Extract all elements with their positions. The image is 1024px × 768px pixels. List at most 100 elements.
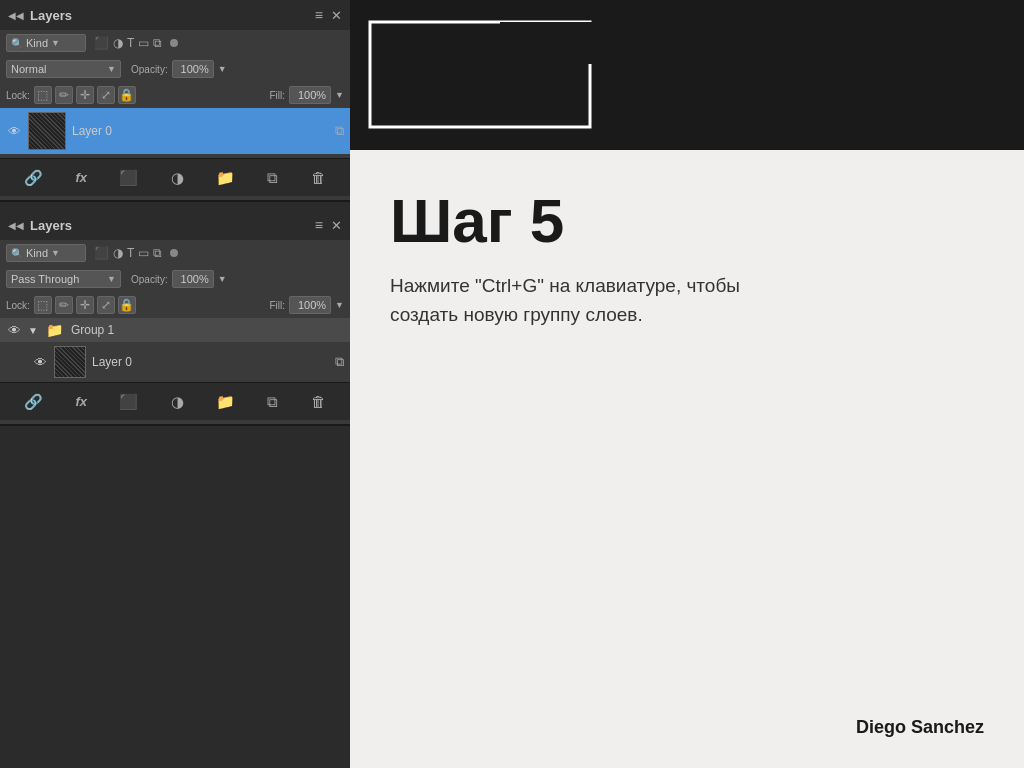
panel-1-layers-list: 👁 Layer 0 ⧉ [0,108,350,158]
layer-0-thumb-noise-2 [55,347,85,377]
fill-arrow-icon[interactable]: ▼ [335,90,344,100]
adjustment-filter-icon[interactable]: ◑ [113,36,123,50]
group-expand-arrow[interactable]: ▼ [28,325,38,336]
left-panel: ◀◀ Layers ≡ ✕ 🔍 Kind ▼ ⬛ ◑ T ▭ ⧉ [0,0,350,768]
panel-1-kind-icons: ⬛ ◑ T ▭ ⧉ [94,36,178,50]
panel-2-kind-dropdown[interactable]: 🔍 Kind ▼ [6,244,86,262]
lock-artboard-icon-2[interactable]: ✛ [76,296,94,314]
panel-2-blend-mode-dropdown[interactable]: Pass Through ▼ [6,270,121,288]
lock-artboard-icon[interactable]: ✛ [76,86,94,104]
panel-1-opacity-group: Opacity: 100% ▼ [131,60,227,78]
new-layer-icon[interactable]: ⧉ [267,169,278,187]
new-fill-adjustment-icon-2[interactable]: ⬛ [119,393,138,411]
link-layers-icon[interactable]: 🔗 [24,169,43,187]
panel-1-layer-0[interactable]: 👁 Layer 0 ⧉ [0,108,350,154]
delete-layer-icon-2[interactable]: 🗑 [311,393,326,410]
lock-transform-icon[interactable]: ⤢ [97,86,115,104]
group-1-name: Group 1 [71,323,344,337]
panel-2-title: Layers [30,218,72,233]
content-area: Шаг 5 Нажмите "Ctrl+G" на клавиатуре, чт… [350,150,1024,768]
panel-1-blend-mode-dropdown[interactable]: Normal ▼ [6,60,121,78]
smart-filter-icon-2[interactable]: ⧉ [153,246,162,260]
layer-0-visibility-icon[interactable]: 👁 [6,124,22,139]
opacity-arrow-icon[interactable]: ▼ [218,64,227,74]
new-group-icon[interactable]: 📁 [216,169,235,187]
panel-2-opacity-group: Opacity: 100% ▼ [131,270,227,288]
step-content: Шаг 5 Нажмите "Ctrl+G" на клавиатуре, чт… [390,190,984,329]
group-1-visibility-icon[interactable]: 👁 [6,323,22,338]
panel-2-collapse-arrows[interactable]: ◀◀ [8,220,24,231]
smart-filter-icon[interactable]: ⧉ [153,36,162,50]
layer-0-name: Layer 0 [72,124,329,138]
shape-filter-icon-2[interactable]: ▭ [138,246,149,260]
layer-0-copy-icon-2[interactable]: ⧉ [335,354,344,370]
new-layer-mask-icon[interactable]: ◑ [171,169,184,187]
panel-2-lock-row: Lock: ⬚ ✏ ✛ ⤢ 🔒 Fill: 100% ▼ [0,292,350,318]
lock-transform-icon-2[interactable]: ⤢ [97,296,115,314]
kind-chevron-2: ▼ [51,248,60,258]
link-layers-icon-2[interactable]: 🔗 [24,393,43,411]
panel-2-opacity-input[interactable]: 100% [172,270,214,288]
layer-0-thumbnail [28,112,66,150]
panel-1-menu-icon[interactable]: ≡ [315,7,323,23]
blend-mode-value: Normal [11,63,46,75]
lock-position-icon-2[interactable]: ✏ [55,296,73,314]
opacity-arrow-icon-2[interactable]: ▼ [218,274,227,284]
blend-chevron-2: ▼ [107,274,116,284]
new-fill-adjustment-icon[interactable]: ⬛ [119,169,138,187]
panel-2-group-1[interactable]: 👁 ▼ 📁 Group 1 [0,318,350,342]
lock-position-icon[interactable]: ✏ [55,86,73,104]
new-layer-mask-icon-2[interactable]: ◑ [171,393,184,411]
kind-active-dot [170,39,178,47]
new-group-icon-2[interactable]: 📁 [216,393,235,411]
panel-1-lock-row: Lock: ⬚ ✏ ✛ ⤢ 🔒 Fill: 100% ▼ [0,82,350,108]
panel-1-collapse-arrows[interactable]: ◀◀ [8,10,24,21]
layer-0-copy-icon[interactable]: ⧉ [335,123,344,139]
top-graphic [350,0,1024,150]
lock-label: Lock: [6,90,30,101]
kind-label-2: Kind [26,247,48,259]
fill-label-2: Fill: [270,300,286,311]
panel-1-blend-row: Normal ▼ Opacity: 100% ▼ [0,56,350,82]
delete-layer-icon[interactable]: 🗑 [311,169,326,186]
fill-arrow-icon-2[interactable]: ▼ [335,300,344,310]
pixel-filter-icon-2[interactable]: ⬛ [94,246,109,260]
layer-0-visibility-icon-2[interactable]: 👁 [32,355,48,370]
panel-2-lock-icons: ⬚ ✏ ✛ ⤢ 🔒 [34,296,136,314]
panel-1-close-icon[interactable]: ✕ [331,8,342,23]
shape-filter-icon[interactable]: ▭ [138,36,149,50]
panel-1-bottom-bar: 🔗 fx ⬛ ◑ 📁 ⧉ 🗑 [0,158,350,196]
panel-2-fill-group: Fill: 100% ▼ [270,296,344,314]
lock-all-icon[interactable]: 🔒 [118,86,136,104]
panel-1-search-row: 🔍 Kind ▼ ⬛ ◑ T ▭ ⧉ [0,30,350,56]
panel-1-fill-group: Fill: 100% ▼ [270,86,344,104]
lock-label-2: Lock: [6,300,30,311]
panel-1-opacity-input[interactable]: 100% [172,60,214,78]
layer-0-thumbnail-2 [54,346,86,378]
lock-pixels-icon[interactable]: ⬚ [34,86,52,104]
panel-1-fill-input[interactable]: 100% [289,86,331,104]
lock-pixels-icon-2[interactable]: ⬚ [34,296,52,314]
step-title: Шаг 5 [390,190,984,252]
adjustment-filter-icon-2[interactable]: ◑ [113,246,123,260]
kind-label: Kind [26,37,48,49]
pixel-filter-icon[interactable]: ⬛ [94,36,109,50]
panel-1-kind-dropdown[interactable]: 🔍 Kind ▼ [6,34,86,52]
text-filter-icon-2[interactable]: T [127,246,134,260]
group-folder-icon: 📁 [46,322,63,338]
panel-1-title: Layers [30,8,72,23]
new-layer-icon-2[interactable]: ⧉ [267,393,278,411]
text-filter-icon[interactable]: T [127,36,134,50]
panel-2-close-icon[interactable]: ✕ [331,218,342,233]
panel-2-layer-0[interactable]: 👁 Layer 0 ⧉ [0,342,350,382]
blend-chevron: ▼ [107,64,116,74]
search-icon-2: 🔍 [11,248,23,259]
panel-2-fill-input[interactable]: 100% [289,296,331,314]
panel-2-kind-icons: ⬛ ◑ T ▭ ⧉ [94,246,178,260]
panel-2-menu-icon[interactable]: ≡ [315,217,323,233]
lock-all-icon-2[interactable]: 🔒 [118,296,136,314]
panel-2-blend-row: Pass Through ▼ Opacity: 100% ▼ [0,266,350,292]
layer-effects-icon-2[interactable]: fx [76,394,88,409]
kind-active-dot-2 [170,249,178,257]
layer-effects-icon[interactable]: fx [76,170,88,185]
